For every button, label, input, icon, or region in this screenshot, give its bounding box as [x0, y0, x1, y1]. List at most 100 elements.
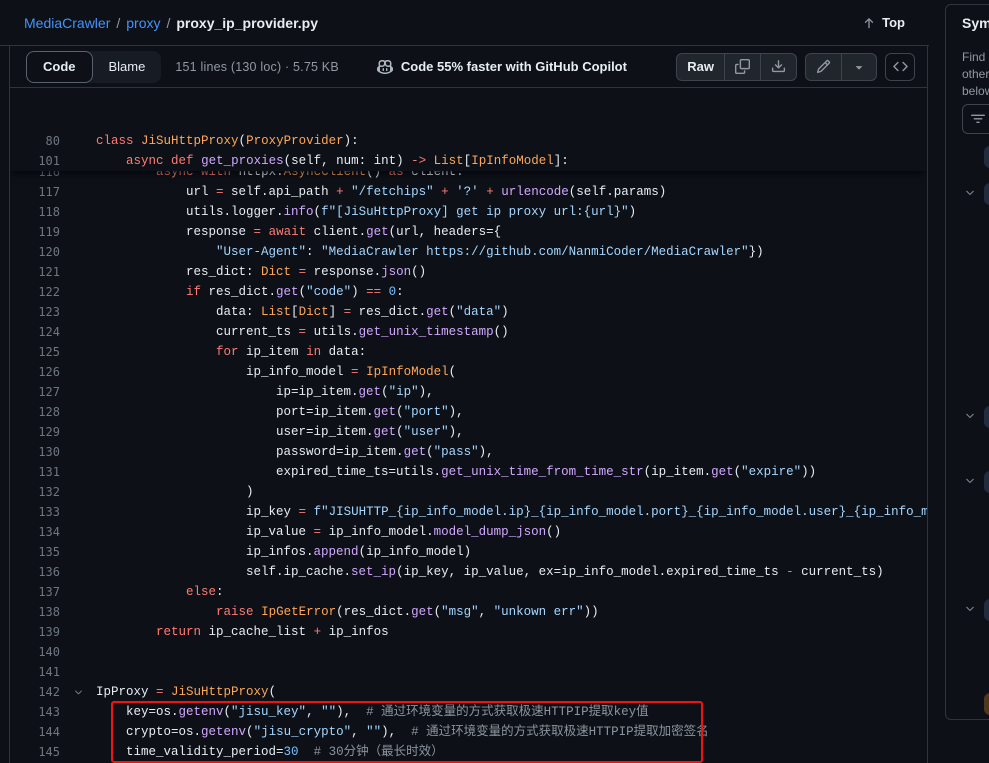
tab-code[interactable]: Code: [26, 51, 93, 83]
copilot-icon: [377, 59, 393, 75]
fold-gutter: [60, 302, 96, 322]
chevron-down-icon[interactable]: [964, 475, 976, 487]
line-number[interactable]: 128: [10, 402, 60, 422]
top-button-label: Top: [882, 15, 905, 30]
code-text: ip_info_model = IpInfoModel(: [96, 362, 927, 382]
fold-gutter: [60, 562, 96, 582]
code-line: 127 ip=ip_item.get("ip"),: [10, 382, 927, 402]
line-number[interactable]: 121: [10, 262, 60, 282]
line-number[interactable]: 101: [10, 151, 60, 171]
line-number[interactable]: 132: [10, 482, 60, 502]
line-number[interactable]: 137: [10, 582, 60, 602]
line-number[interactable]: 130: [10, 442, 60, 462]
code-text: utils.logger.info(f"[JiSuHttpProxy] get …: [96, 202, 927, 222]
line-number[interactable]: 118: [10, 202, 60, 222]
symbol-item-badge[interactable]: [984, 693, 989, 715]
code-line: 128 port=ip_item.get("port"),: [10, 402, 927, 422]
line-number[interactable]: 142: [10, 682, 60, 702]
code-text: else:: [96, 582, 927, 602]
line-number[interactable]: 140: [10, 642, 60, 662]
code-text: ip_key = f"JISUHTTP_{ip_info_model.ip}_{…: [96, 502, 927, 522]
symbols-filter-input[interactable]: [962, 104, 989, 134]
line-number[interactable]: 135: [10, 542, 60, 562]
fold-gutter: [60, 582, 96, 602]
fold-gutter: [60, 242, 96, 262]
code-line: 143 key=os.getenv("jisu_key", ""), # 通过环…: [10, 702, 927, 722]
line-number[interactable]: 131: [10, 462, 60, 482]
code-lines: 116 async with httpx.AsyncClient() as cl…: [10, 162, 927, 763]
code-text: data: List[Dict] = res_dict.get("data"): [96, 302, 927, 322]
code-text: [96, 662, 927, 682]
fold-chevron-icon[interactable]: [60, 682, 96, 702]
raw-copy-download-group: Raw: [676, 53, 797, 81]
code-text: ip_infos.append(ip_info_model): [96, 542, 927, 562]
chevron-down-icon[interactable]: [964, 603, 976, 615]
code-text: port=ip_item.get("port"),: [96, 402, 927, 422]
code-text: res_dict: Dict = response.json(): [96, 262, 927, 282]
code-text: password=ip_item.get("pass"),: [96, 442, 927, 462]
line-number[interactable]: 80: [10, 131, 60, 151]
file-content-box: Code Blame 151 lines (130 loc) · 5.75 KB…: [9, 46, 928, 763]
code-text: raise IpGetError(res_dict.get("msg", "un…: [96, 602, 927, 622]
code-line: 125 for ip_item in data:: [10, 342, 927, 362]
file-header-bar: MediaCrawler / proxy / proxy_ip_provider…: [0, 0, 929, 46]
fold-gutter: [60, 402, 96, 422]
symbols-panel-toggle-button[interactable]: [885, 53, 915, 81]
symbol-item-badge[interactable]: [984, 406, 989, 428]
line-number[interactable]: 119: [10, 222, 60, 242]
fold-gutter: [60, 642, 96, 662]
line-number[interactable]: 133: [10, 502, 60, 522]
code-text: url = self.api_path + "/fetchips" + '?' …: [96, 182, 927, 202]
symbol-item-badge[interactable]: [984, 183, 989, 205]
line-number[interactable]: 139: [10, 622, 60, 642]
line-number[interactable]: 136: [10, 562, 60, 582]
fold-gutter: [60, 462, 96, 482]
symbol-item-badge[interactable]: [984, 471, 989, 493]
line-number[interactable]: 145: [10, 742, 60, 762]
edit-button[interactable]: [806, 54, 841, 80]
chevron-down-icon[interactable]: [964, 187, 976, 199]
copilot-banner[interactable]: Code 55% faster with GitHub Copilot: [377, 59, 627, 75]
line-number[interactable]: 124: [10, 322, 60, 342]
edit-dropdown-button[interactable]: [841, 54, 876, 80]
line-number[interactable]: 141: [10, 662, 60, 682]
code-text: time_validity_period=30 # 30分钟（最长时效）: [96, 742, 927, 762]
line-number[interactable]: 117: [10, 182, 60, 202]
line-number[interactable]: 144: [10, 722, 60, 742]
copy-icon: [735, 59, 750, 74]
code-text: "User-Agent": "MediaCrawler https://gith…: [96, 242, 927, 262]
chevron-down-icon[interactable]: [964, 410, 976, 422]
line-number[interactable]: 125: [10, 342, 60, 362]
code-text: ip=ip_item.get("ip"),: [96, 382, 927, 402]
back-to-top-button[interactable]: Top: [854, 11, 913, 34]
symbol-item-badge[interactable]: [984, 599, 989, 621]
symbol-item-badge[interactable]: [984, 146, 989, 168]
fold-gutter: [60, 151, 96, 171]
line-number[interactable]: 129: [10, 422, 60, 442]
tab-blame[interactable]: Blame: [93, 51, 162, 83]
copy-button[interactable]: [724, 54, 760, 80]
fold-gutter: [60, 742, 96, 762]
line-number[interactable]: 143: [10, 702, 60, 722]
line-number[interactable]: 120: [10, 242, 60, 262]
breadcrumb-repo-link[interactable]: MediaCrawler: [24, 15, 110, 31]
line-number[interactable]: 138: [10, 602, 60, 622]
download-button[interactable]: [760, 54, 796, 80]
raw-button[interactable]: Raw: [677, 54, 724, 80]
breadcrumb-folder-link[interactable]: proxy: [126, 15, 160, 31]
line-number[interactable]: 122: [10, 282, 60, 302]
code-line: 122 if res_dict.get("code") == 0:: [10, 282, 927, 302]
code-text: response = await client.get(url, headers…: [96, 222, 927, 242]
fold-gutter: [60, 702, 96, 722]
code-line: 131 expired_time_ts=utils.get_unix_time_…: [10, 462, 927, 482]
fold-gutter: [60, 662, 96, 682]
code-line: 137 else:: [10, 582, 927, 602]
line-number[interactable]: 126: [10, 362, 60, 382]
line-number[interactable]: 127: [10, 382, 60, 402]
line-number[interactable]: 123: [10, 302, 60, 322]
fold-gutter: [60, 322, 96, 342]
code-text: class JiSuHttpProxy(ProxyProvider):: [96, 131, 927, 151]
code-text: [96, 642, 927, 662]
line-number[interactable]: 134: [10, 522, 60, 542]
code-viewport: 116 async with httpx.AsyncClient() as cl…: [10, 131, 927, 763]
